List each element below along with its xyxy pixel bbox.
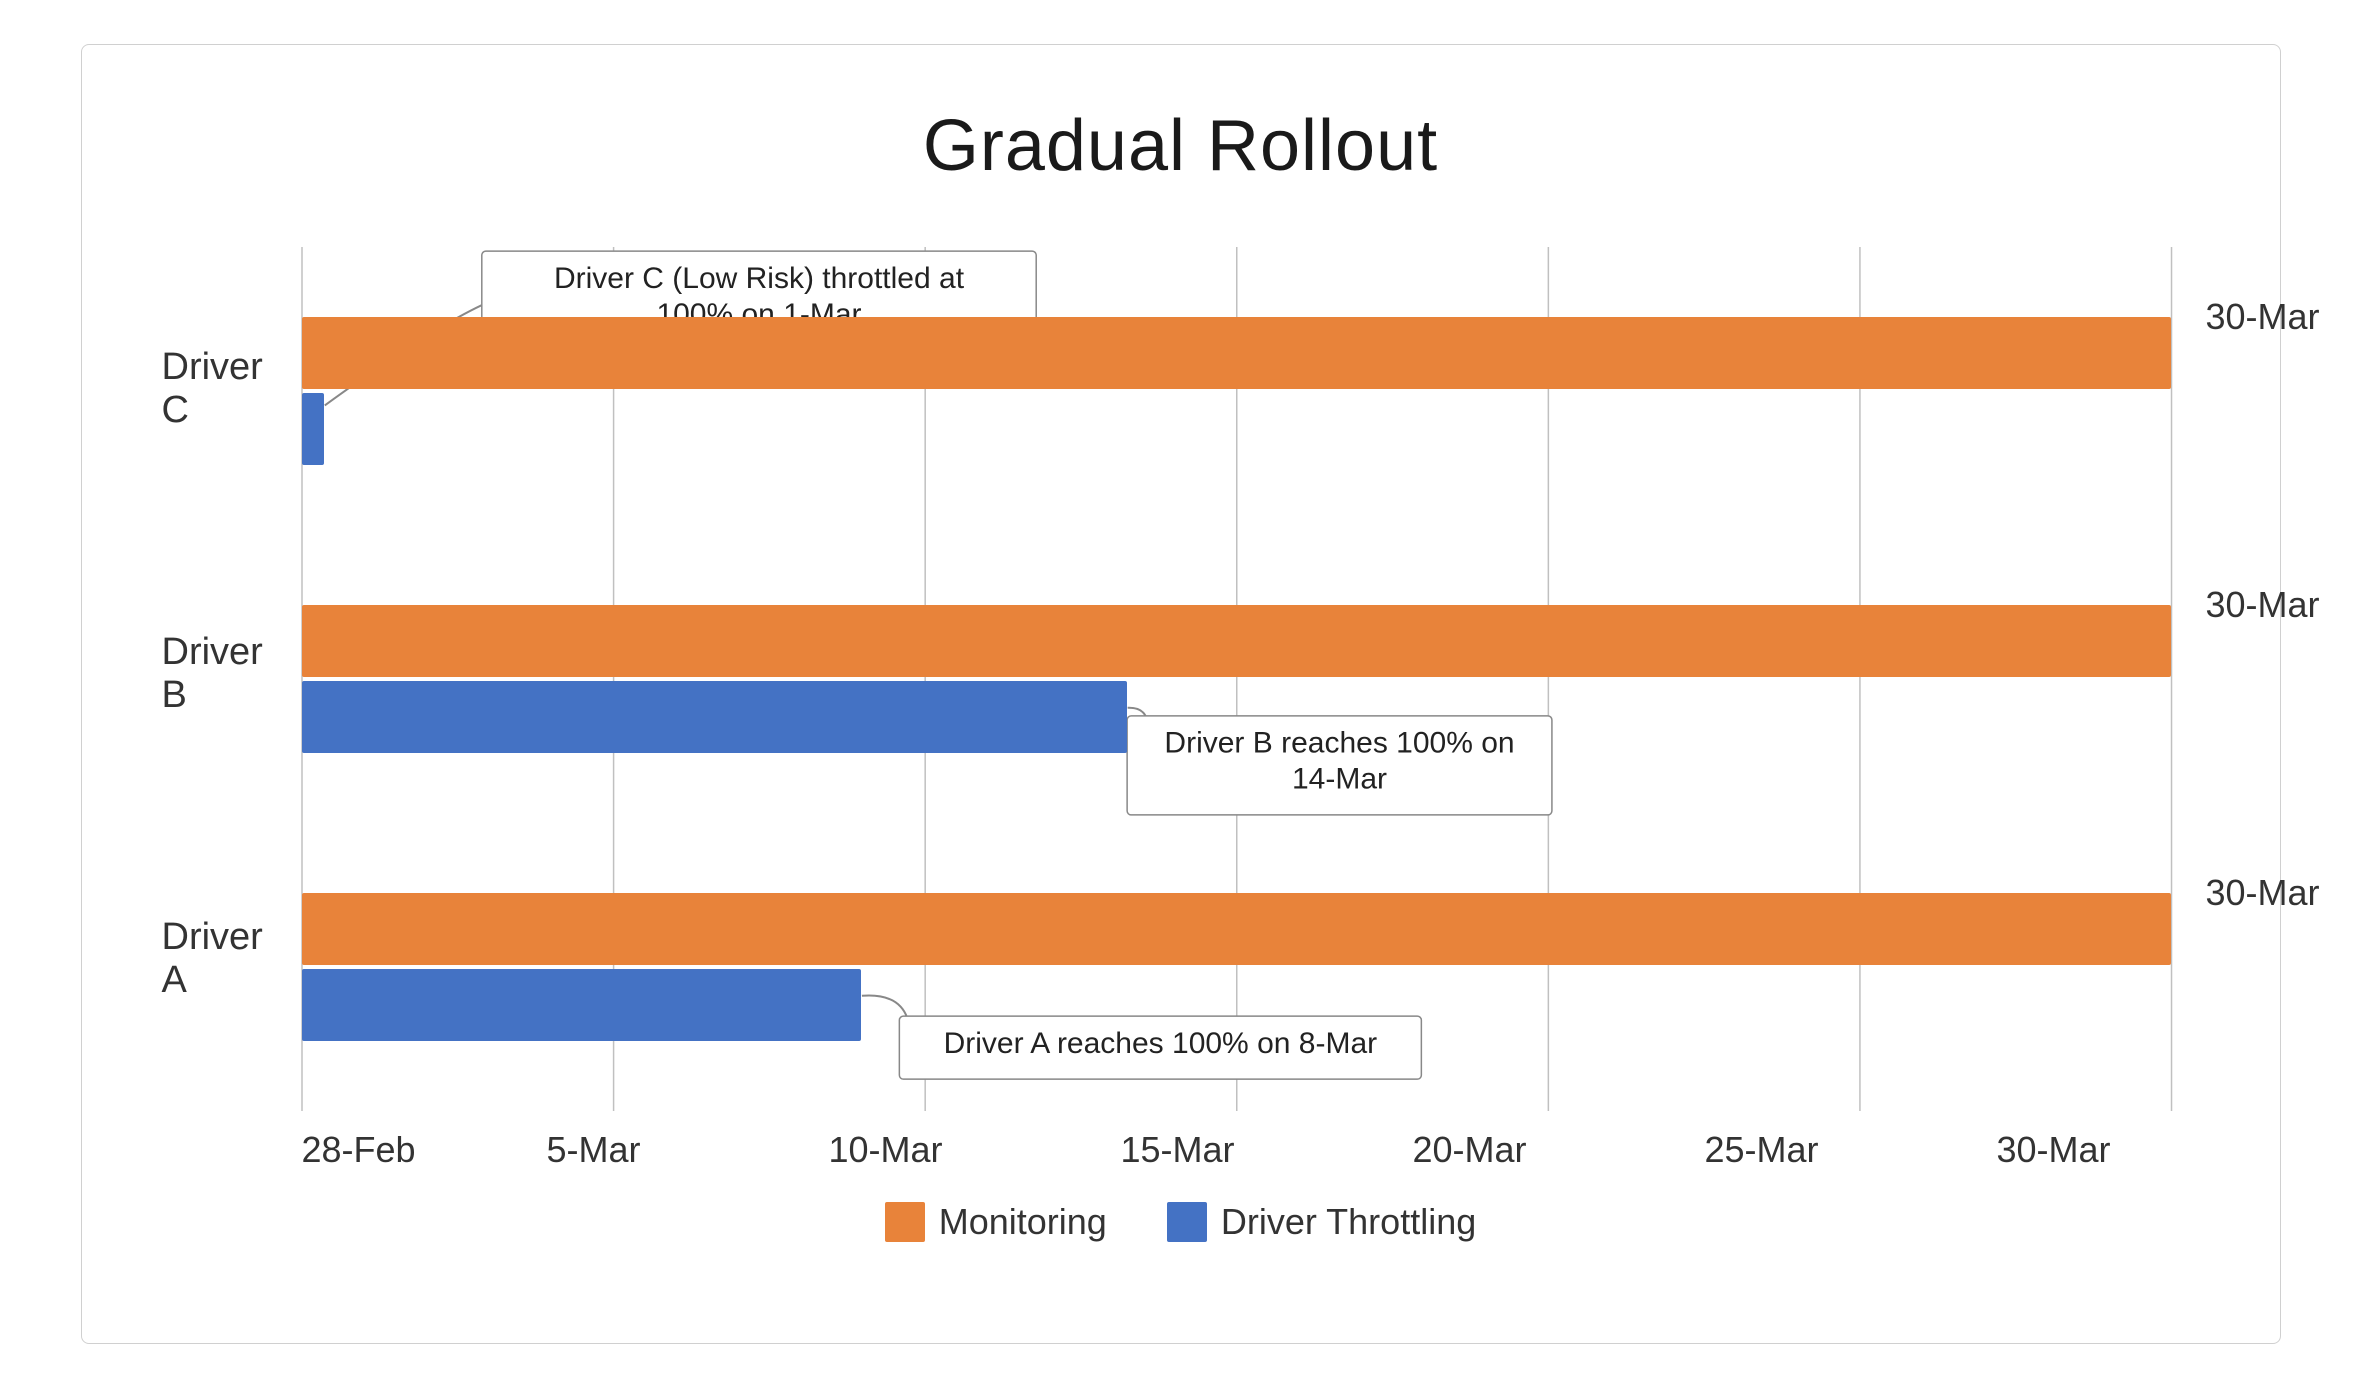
bar-orange-a bbox=[302, 893, 2172, 965]
x-tick-5: 25-Mar bbox=[1616, 1129, 1908, 1171]
legend-label-throttling: Driver Throttling bbox=[1221, 1201, 1476, 1243]
x-tick-1: 5-Mar bbox=[448, 1129, 740, 1171]
y-label-b: Driver B bbox=[162, 631, 282, 717]
legend-item-monitoring: Monitoring bbox=[885, 1201, 1107, 1243]
bar-group-c bbox=[302, 317, 2200, 465]
y-label-c: Driver C bbox=[162, 346, 282, 432]
chart-container: Gradual Rollout Driver C Driver B Driver… bbox=[81, 44, 2281, 1344]
chart-plot: Driver C (Low Risk) throttled at100% on … bbox=[302, 247, 2200, 1111]
bar-blue-c bbox=[302, 393, 325, 465]
right-label-c: 30-Mar bbox=[2205, 281, 2319, 353]
right-label-b: 30-Mar bbox=[2205, 569, 2319, 641]
bar-group-a bbox=[302, 893, 2200, 1041]
bar-blue-b bbox=[302, 681, 1128, 753]
x-axis: 28-Feb 5-Mar 10-Mar 15-Mar 20-Mar 25-Mar… bbox=[162, 1111, 2200, 1171]
driver-row-b: 30-Mar bbox=[302, 569, 2200, 789]
legend-swatch-orange bbox=[885, 1202, 925, 1242]
x-tick-4: 20-Mar bbox=[1324, 1129, 1616, 1171]
legend: Monitoring Driver Throttling bbox=[162, 1201, 2200, 1243]
bar-orange-c bbox=[302, 317, 2172, 389]
driver-row-a: 30-Mar bbox=[302, 857, 2200, 1077]
right-label-a: 30-Mar bbox=[2205, 857, 2319, 929]
x-tick-6: 30-Mar bbox=[1908, 1129, 2200, 1171]
legend-swatch-blue bbox=[1167, 1202, 1207, 1242]
y-label-a: Driver A bbox=[162, 916, 282, 1002]
chart-inner: Driver C Driver B Driver A Driver C (Low… bbox=[162, 247, 2200, 1111]
legend-item-throttling: Driver Throttling bbox=[1167, 1201, 1476, 1243]
x-tick-3: 15-Mar bbox=[1032, 1129, 1324, 1171]
bar-blue-a bbox=[302, 969, 862, 1041]
driver-row-c: 30-Mar bbox=[302, 281, 2200, 501]
chart-title: Gradual Rollout bbox=[162, 105, 2200, 187]
y-axis-labels: Driver C Driver B Driver A bbox=[162, 247, 302, 1111]
bar-orange-b bbox=[302, 605, 2172, 677]
legend-label-monitoring: Monitoring bbox=[939, 1201, 1107, 1243]
chart-area: Driver C Driver B Driver A Driver C (Low… bbox=[162, 247, 2200, 1243]
bar-group-b bbox=[302, 605, 2200, 753]
x-tick-0: 28-Feb bbox=[302, 1129, 448, 1171]
x-tick-2: 10-Mar bbox=[740, 1129, 1032, 1171]
